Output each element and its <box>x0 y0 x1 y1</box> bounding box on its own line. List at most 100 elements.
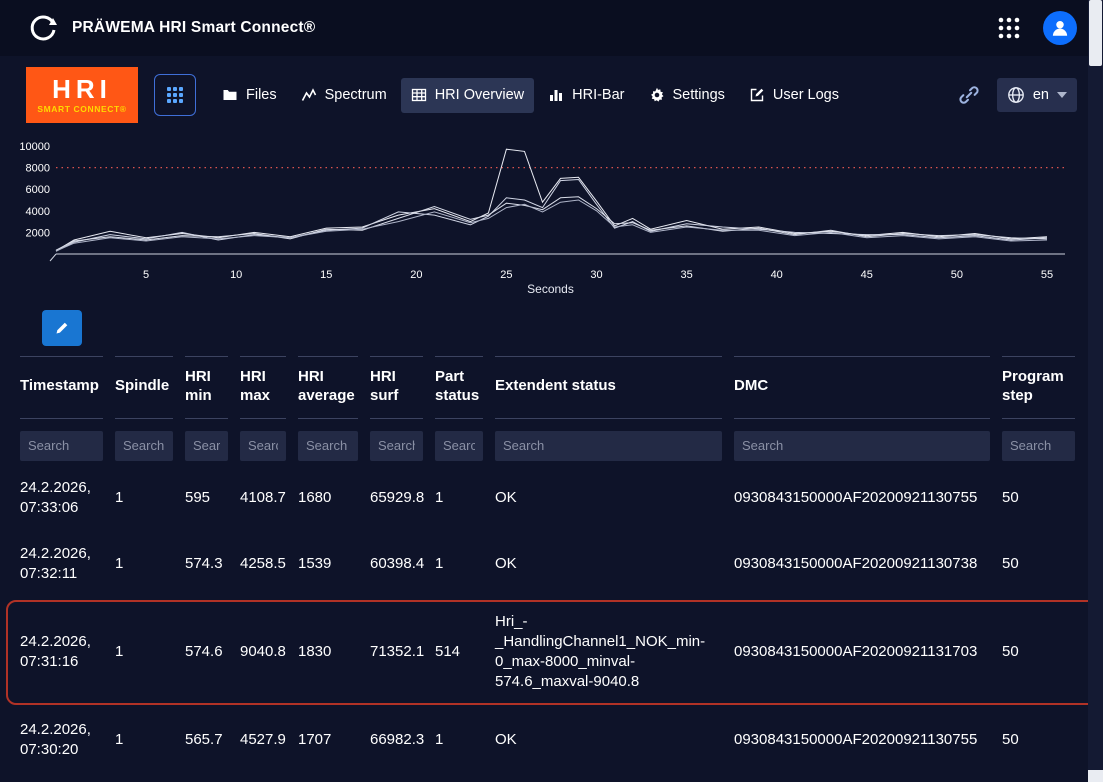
svg-text:30: 30 <box>590 269 602 281</box>
cell-hri-average: 1830 <box>298 642 332 660</box>
column-header-timestamp[interactable]: Timestamp <box>20 356 103 419</box>
cell-hri-max: 4527.9 <box>240 730 286 748</box>
cell-part-status: 514 <box>435 642 461 660</box>
folder-icon <box>222 87 239 104</box>
svg-text:10000: 10000 <box>19 141 50 153</box>
nav-item-hri-overview[interactable]: HRI Overview <box>400 77 535 113</box>
column-header-hri-surf[interactable]: HRI surf <box>370 356 423 419</box>
search-input-spindle[interactable] <box>115 430 173 461</box>
search-input-timestamp[interactable] <box>20 430 103 461</box>
cell-hri-min: 595 <box>185 488 211 506</box>
cell-spindle: 1 <box>115 488 124 506</box>
cell-hri-average: 1680 <box>298 488 332 506</box>
nav-item-spectrum[interactable]: Spectrum <box>291 78 397 113</box>
cell-timestamp: 24.2.2026, 07:31:16 <box>20 632 91 670</box>
cell-dmc: 0930843150000AF20200921130738 <box>734 555 978 573</box>
menu-grid-button[interactable] <box>154 74 196 116</box>
nav-item-label: Files <box>246 87 277 103</box>
svg-text:4000: 4000 <box>26 206 50 218</box>
svg-text:50: 50 <box>951 269 963 281</box>
cell-spindle: 1 <box>115 555 124 573</box>
vertical-scrollbar-track[interactable] <box>1088 0 1103 782</box>
table-row[interactable]: 24.2.2026, 07:29:2611004620.1141872648.4… <box>20 773 1087 782</box>
table-row[interactable]: 24.2.2026, 07:32:11 1 574.3 4258.5 1539 60398… <box>20 531 1087 598</box>
search-input-hri-max[interactable] <box>240 430 286 461</box>
nav-item-label: Settings <box>672 87 725 103</box>
cell-extendent-status: OK <box>495 555 517 573</box>
svg-text:25: 25 <box>500 269 512 281</box>
language-selector[interactable]: en <box>996 78 1077 112</box>
column-header-part-status[interactable]: Part status <box>435 356 483 419</box>
search-input-hri-surf[interactable] <box>370 430 423 461</box>
hri-line-chart: 2000 4000 6000 8000 10000 5 10 15 20 25 30 35 40 45 50… <box>12 136 1089 296</box>
search-input-extendent-status[interactable] <box>495 430 722 461</box>
hri-smart-connect-logo: HRI SMART CONNECT® <box>26 67 138 123</box>
cell-timestamp: 24.2.2026, 07:32:11 <box>20 545 91 583</box>
vertical-scrollbar-thumb[interactable] <box>1089 0 1102 66</box>
nav-item-label: HRI-Bar <box>572 87 625 103</box>
cell-extendent-status: OK <box>495 730 517 748</box>
cell-hri-max: 9040.8 <box>240 642 286 660</box>
cell-timestamp: 24.2.2026, 07:30:20 <box>20 720 91 758</box>
cell-dmc: 0930843150000AF20200921130755 <box>734 730 978 748</box>
svg-text:35: 35 <box>680 269 692 281</box>
svg-text:45: 45 <box>861 269 873 281</box>
scrollbar-corner <box>1088 770 1103 782</box>
column-header-program-step[interactable]: Program step <box>1002 356 1075 419</box>
nav-item-user-logs[interactable]: User Logs <box>739 78 849 113</box>
search-input-program-step[interactable] <box>1002 430 1075 461</box>
cell-extendent-status: OK <box>495 488 517 506</box>
app-title: PRÄWEMA HRI Smart Connect® <box>72 19 316 36</box>
language-value: en <box>1032 87 1049 103</box>
cell-part-status: 1 <box>435 488 444 506</box>
svg-text:5: 5 <box>143 269 149 281</box>
main-navbar: HRI SMART CONNECT® Files Spectrum HRI Over… <box>0 56 1103 134</box>
user-avatar[interactable] <box>1043 11 1077 45</box>
cell-program-step: 50 <box>1002 642 1019 660</box>
table-row[interactable]: 24.2.2026, 07:30:20 1 565.7 4527.9 1707 66982… <box>20 707 1087 774</box>
nav-right: en <box>959 78 1077 112</box>
column-header-hri-average[interactable]: HRI average <box>298 356 358 419</box>
svg-text:40: 40 <box>771 269 783 281</box>
nav-item-hri-bar[interactable]: HRI-Bar <box>538 78 634 113</box>
cell-hri-min: 565.7 <box>185 730 223 748</box>
svg-text:2000: 2000 <box>26 227 50 239</box>
cell-hri-max: 4258.5 <box>240 555 286 573</box>
cell-part-status: 1 <box>435 730 444 748</box>
topbar: PRÄWEMA HRI Smart Connect® <box>0 0 1103 56</box>
hri-logo-subtitle: SMART CONNECT® <box>37 104 127 114</box>
column-header-dmc[interactable]: DMC <box>734 356 990 419</box>
cell-hri-surf: 66982.3 <box>370 730 425 748</box>
column-header-extendent-status[interactable]: Extendent status <box>495 356 722 419</box>
table-row[interactable]: 24.2.2026, 07:33:06 1 595 4108.7 1680 65929.8… <box>20 465 1087 532</box>
table-row-nok-highlighted[interactable]: 24.2.2026, 07:31:16 1 574.6 9040.8 1830 71352… <box>6 599 1101 705</box>
search-input-hri-min[interactable] <box>185 430 228 461</box>
bar-chart-icon <box>548 87 565 104</box>
svg-text:55: 55 <box>1041 269 1053 281</box>
edit-note-icon <box>749 87 766 104</box>
column-header-hri-min[interactable]: HRI min <box>185 356 228 419</box>
nav-item-files[interactable]: Files <box>212 78 287 113</box>
search-input-hri-average[interactable] <box>298 430 358 461</box>
cell-timestamp: 24.2.2026, 07:33:06 <box>20 478 91 516</box>
cell-spindle: 1 <box>115 730 124 748</box>
column-header-hri-max[interactable]: HRI max <box>240 356 286 419</box>
nav-item-settings[interactable]: Settings <box>639 78 735 113</box>
svg-text:15: 15 <box>320 269 332 281</box>
table-icon <box>411 87 428 104</box>
svg-text:10: 10 <box>230 269 242 281</box>
search-input-part-status[interactable] <box>435 430 483 461</box>
svg-text:8000: 8000 <box>26 163 50 175</box>
edit-button[interactable] <box>42 310 82 346</box>
cell-hri-average: 1707 <box>298 730 332 748</box>
search-input-dmc[interactable] <box>734 430 990 461</box>
cell-hri-max: 4108.7 <box>240 488 286 506</box>
apps-grid-icon[interactable] <box>997 16 1021 40</box>
table-search-row <box>20 419 1087 465</box>
column-header-spindle[interactable]: Spindle <box>115 356 173 419</box>
link-icon[interactable] <box>959 85 979 105</box>
hri-data-table: Timestamp Spindle HRI min HRI max HRI averag… <box>6 356 1101 782</box>
table-header-row: Timestamp Spindle HRI min HRI max HRI averag… <box>20 356 1087 419</box>
cell-hri-surf: 65929.8 <box>370 488 425 506</box>
nav-item-label: User Logs <box>772 87 839 103</box>
